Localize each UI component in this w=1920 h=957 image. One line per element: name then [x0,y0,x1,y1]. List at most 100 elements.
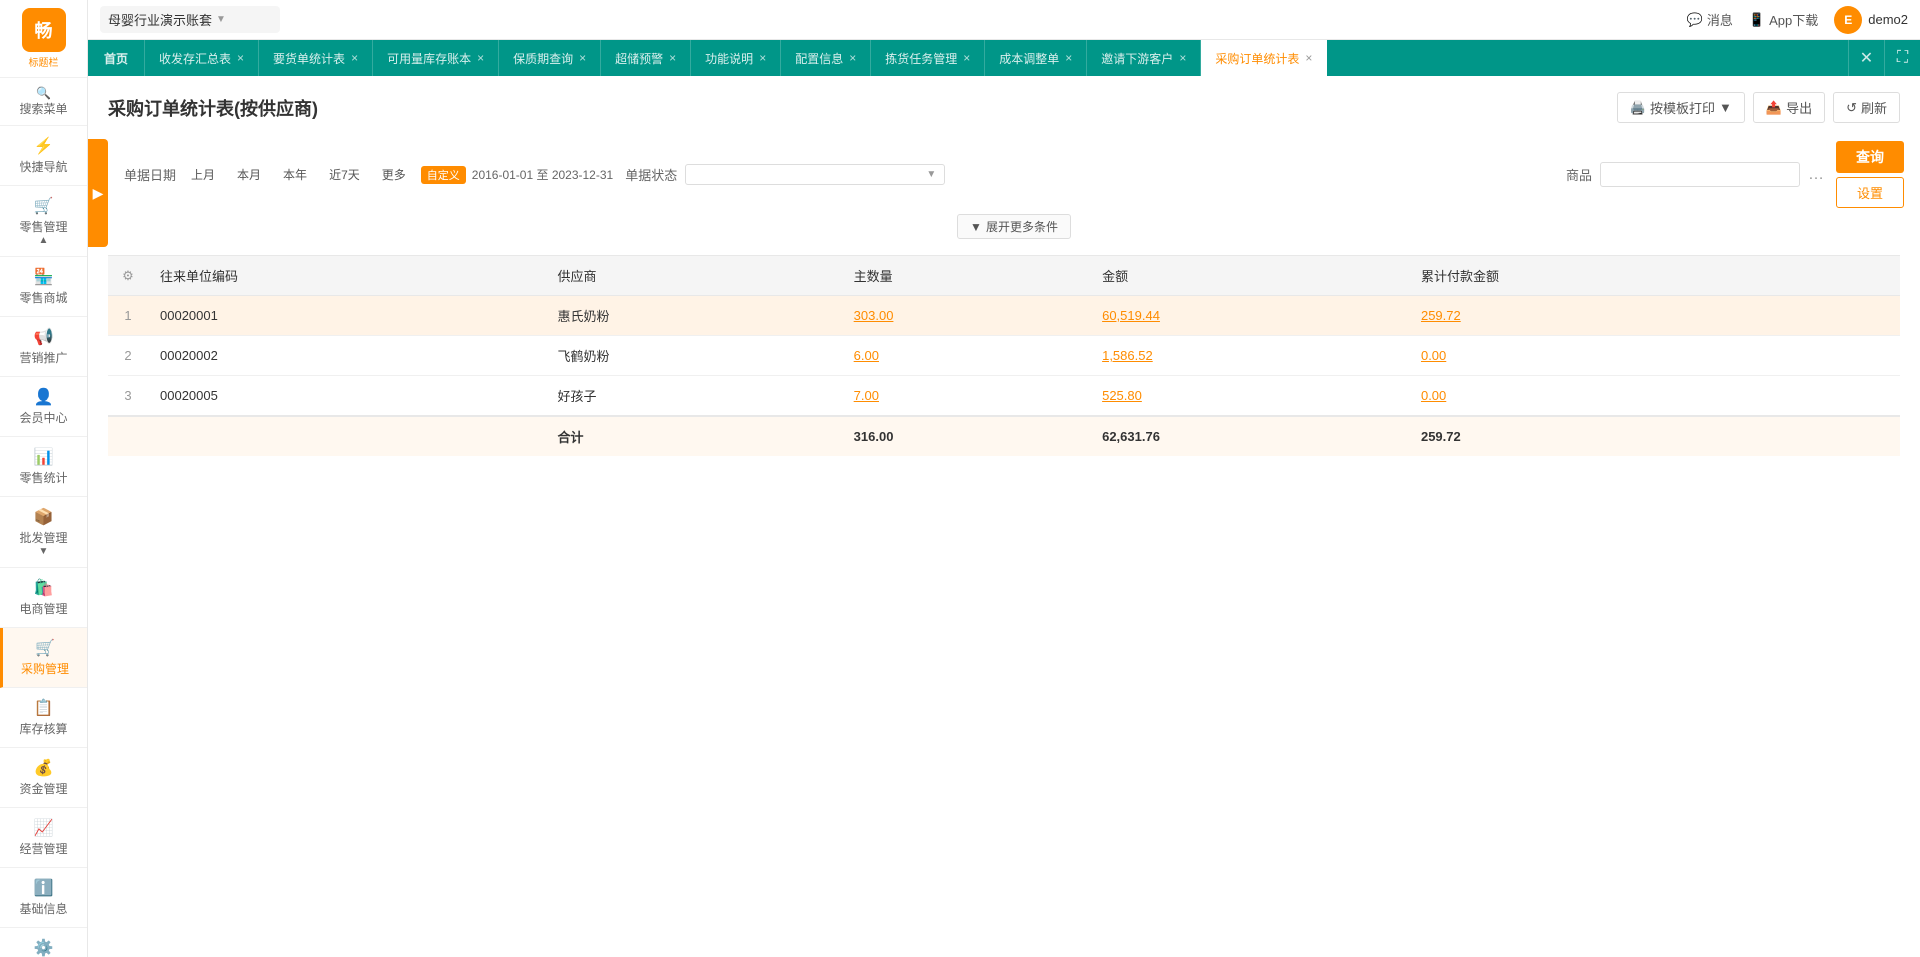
row-paid[interactable]: 0.00 [1409,336,1806,376]
page-header: 采购订单统计表(按供应商) 🖨️ 按模板打印 ▼ 📤 导出 ↺ 刷新 [88,76,1920,131]
row-number: 2 [108,336,148,376]
close-icon[interactable]: × [477,52,484,64]
close-icon[interactable]: × [849,52,856,64]
row-qty[interactable]: 7.00 [842,376,1090,417]
sidebar-item-retail-shop[interactable]: 🏪 零售商城 [0,257,87,317]
content-area: 采购订单统计表(按供应商) 🖨️ 按模板打印 ▼ 📤 导出 ↺ 刷新 ▶ [88,76,1920,957]
message-label: 消息 [1707,10,1733,29]
print-icon: 🖨️ [1630,100,1646,116]
sidebar-item-retail[interactable]: 🛒 零售管理 ▲ [0,186,87,257]
user-name: demo2 [1868,12,1908,27]
row-paid[interactable]: 0.00 [1409,376,1806,417]
tab-overstock[interactable]: 超储预警 × [601,40,691,76]
tab-inventory-book[interactable]: 可用量库存账本 × [373,40,499,76]
sidebar-item-label: 会员中心 [19,409,67,426]
sidebar-item-search[interactable]: 🔍 搜索菜单 [0,78,87,126]
tab-label: 超储预警 [615,50,663,67]
table-row[interactable]: 2 00020002 飞鹤奶粉 6.00 1,586.52 0.00 [108,336,1900,376]
user-profile[interactable]: E demo2 [1834,6,1908,34]
sidebar-item-inventory[interactable]: 📋 库存核算 [0,688,87,748]
sidebar-item-system[interactable]: ⚙️ 系统管理 [0,928,87,957]
row-amount[interactable]: 525.80 [1090,376,1409,417]
date-7days-btn[interactable]: 近7天 [320,163,369,186]
operation-icon: 📈 [34,818,54,838]
expand-button[interactable]: ▼ 展开更多条件 [957,214,1071,239]
sidebar-item-marketing[interactable]: 📢 营销推广 [0,317,87,377]
table-row[interactable]: 3 00020005 好孩子 7.00 525.80 0.00 [108,376,1900,417]
table-row[interactable]: 1 00020001 惠氏奶粉 303.00 60,519.44 259.72 [108,296,1900,336]
sidebar-item-ecommerce[interactable]: 🛍️ 电商管理 [0,568,87,628]
tab-close-all-button[interactable]: ✕ [1848,40,1884,76]
close-icon[interactable]: × [237,52,244,64]
sidebar-item-label: 营销推广 [19,349,67,366]
sidebar-item-retail-stats[interactable]: 📊 零售统计 [0,437,87,497]
close-icon[interactable]: × [759,52,766,64]
column-amount-header: 金额 [1090,256,1409,296]
sidebar-item-label: 采购管理 [21,660,69,677]
sidebar-item-purchase[interactable]: 🛒 采购管理 [0,628,87,688]
date-last-month-btn[interactable]: 上月 [182,163,224,186]
shop-icon: 🏪 [34,267,54,287]
close-icon[interactable]: × [579,52,586,64]
close-icon[interactable]: × [1305,52,1312,64]
close-icon[interactable]: × [351,52,358,64]
close-icon[interactable]: × [669,52,676,64]
tab-order-stats[interactable]: 要货单统计表 × [259,40,373,76]
date-this-year-btn[interactable]: 本年 [274,163,316,186]
close-icon[interactable]: × [1179,52,1186,64]
footer-amount: 62,631.76 [1090,416,1409,456]
ecommerce-icon: 🛍️ [34,578,54,598]
tab-maximize-button[interactable]: ⛶ [1884,40,1920,76]
tab-cost-adjust[interactable]: 成本调整单 × [985,40,1087,76]
sidebar-item-finance[interactable]: 💰 资金管理 [0,748,87,808]
goods-input[interactable] [1600,162,1800,187]
tab-function-desc[interactable]: 功能说明 × [691,40,781,76]
message-button[interactable]: 💬 消息 [1687,10,1733,29]
filter-row-1: 单据日期 上月 本月 本年 近7天 更多 自定义 2016-01-01 至 20… [124,141,1904,208]
workspace-selector[interactable]: 母婴行业演示账套 ▼ [100,6,280,33]
tab-config[interactable]: 配置信息 × [781,40,871,76]
tab-expiry[interactable]: 保质期查询 × [499,40,601,76]
sidebar-item-wholesale[interactable]: 📦 批发管理 ▼ [0,497,87,568]
tab-label: 保质期查询 [513,50,573,67]
tab-label: 要货单统计表 [273,50,345,67]
status-select[interactable]: ▼ [685,164,945,185]
row-amount[interactable]: 1,586.52 [1090,336,1409,376]
logo-icon: 畅 [22,8,66,52]
filter-toggle-button[interactable]: ▶ [88,139,108,247]
app-download-button[interactable]: 📱 App下载 [1749,10,1818,29]
date-more-btn[interactable]: 更多 [373,163,415,186]
tab-pick-task[interactable]: 拣货任务管理 × [871,40,985,76]
tab-purchase-order-stats[interactable]: 采购订单统计表 × [1201,40,1327,76]
sidebar-item-operation[interactable]: 📈 经营管理 [0,808,87,868]
column-settings-icon[interactable]: ⚙ [108,256,148,296]
action-buttons: 查询 设置 [1836,141,1904,208]
table-body: 1 00020001 惠氏奶粉 303.00 60,519.44 259.72 … [108,296,1900,417]
close-icon[interactable]: × [963,52,970,64]
row-amount[interactable]: 60,519.44 [1090,296,1409,336]
row-paid[interactable]: 259.72 [1409,296,1806,336]
export-button[interactable]: 📤 导出 [1753,92,1825,123]
sidebar-item-member[interactable]: 👤 会员中心 [0,377,87,437]
sidebar-item-base-info[interactable]: ℹ️ 基础信息 [0,868,87,928]
sidebar-item-quick-nav[interactable]: ⚡ 快捷导航 [0,126,87,186]
row-qty[interactable]: 303.00 [842,296,1090,336]
settings-button[interactable]: 设置 [1836,177,1904,208]
filter-panel: ▶ 单据日期 上月 本月 本年 近7天 更多 自定义 2016-01-01 至 … [88,131,1920,255]
date-this-month-btn[interactable]: 本月 [228,163,270,186]
table-footer-row: 合计 316.00 62,631.76 259.72 [108,416,1900,456]
tab-stock-summary[interactable]: 收发存汇总表 × [145,40,259,76]
close-icon[interactable]: × [1065,52,1072,64]
topbar-right: 💬 消息 📱 App下载 E demo2 [1687,6,1908,34]
query-button[interactable]: 查询 [1836,141,1904,173]
goods-more-icon[interactable]: … [1808,166,1824,184]
tab-invite-downstream[interactable]: 邀请下游客户 × [1087,40,1201,76]
row-qty[interactable]: 6.00 [842,336,1090,376]
refresh-button[interactable]: ↺ 刷新 [1833,92,1900,123]
footer-label [148,416,545,456]
purchase-icon: 🛒 [35,638,55,658]
row-extra [1806,296,1900,336]
goods-filter-group: 商品 … [1566,162,1824,187]
print-button[interactable]: 🖨️ 按模板打印 ▼ [1617,92,1745,123]
tab-home[interactable]: 首页 [88,40,145,76]
